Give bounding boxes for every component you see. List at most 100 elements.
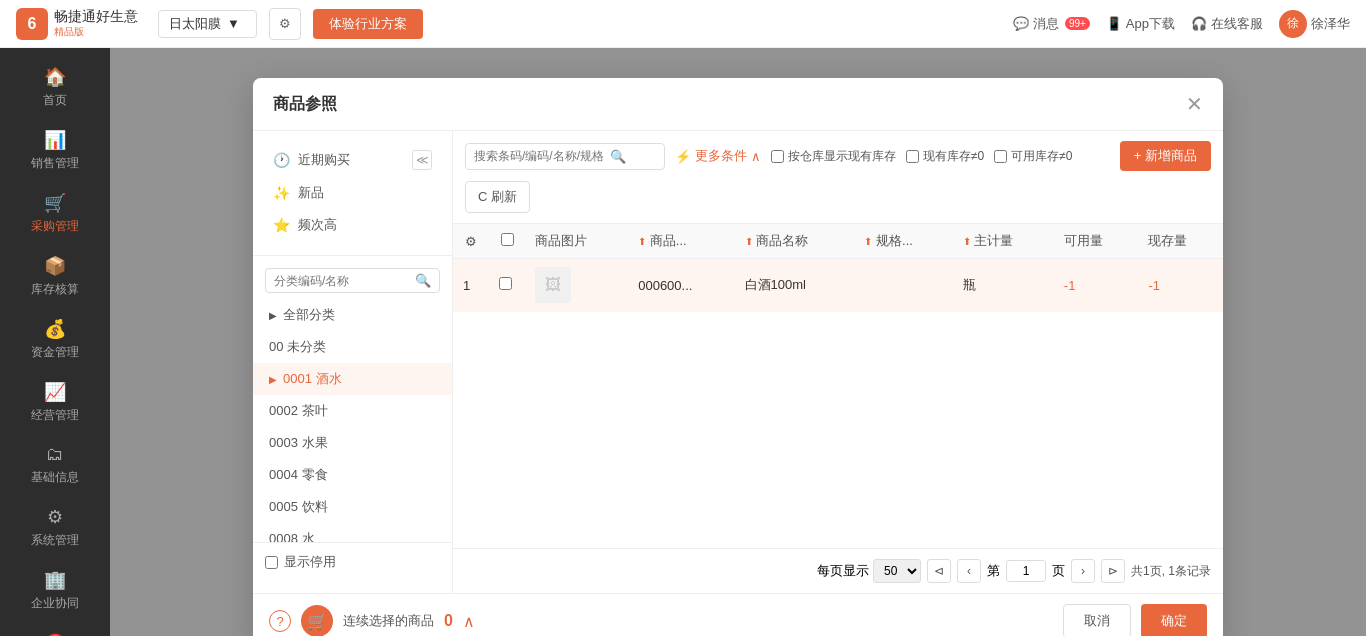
cat-alcohol-label: 0001 酒水 [283,370,342,388]
usable-checkbox[interactable] [994,150,1007,163]
product-table: ⚙ 商品图片 ⬆ 商品... [453,224,1223,312]
th-name[interactable]: ⬆ 商品名称 [735,224,855,259]
sidebar-label-business: 经营管理 [31,407,79,424]
new-product-item[interactable]: ✨ 新品 [265,177,440,209]
cat-fruit[interactable]: 0003 水果 [253,427,452,459]
cat-water[interactable]: 0008 水 [253,523,452,542]
search-icon-2: 🔍 [610,149,626,164]
th-spec-label: 规格... [876,233,913,248]
th-available: 可用量 [1054,224,1139,259]
table-body: 1 🖼 000600... 白酒100ml [453,259,1223,312]
usable-checkbox-label[interactable]: 可用库存≠0 [994,148,1072,165]
collapse-arrow-icon[interactable]: ∧ [463,612,475,631]
collapse-button[interactable]: ≪ [412,150,432,170]
user-menu[interactable]: 徐 徐泽华 [1279,10,1350,38]
td-code: 000600... [628,259,734,312]
cat-snack[interactable]: 0004 零食 [253,459,452,491]
basic-icon: 🗂 [46,444,64,465]
available-checkbox[interactable] [906,150,919,163]
product-search-box[interactable]: 🔍 [465,143,665,170]
recent-purchase-item[interactable]: 🕐 近期购买 ≪ [265,143,440,177]
last-page-button[interactable]: ⊳ [1101,559,1125,583]
category-search-box[interactable]: 🔍 [265,268,440,293]
logo-text: 畅捷通好生意 [54,8,138,25]
toolbar: 🔍 ⚡ 更多条件 ∧ 按仓库显示现有库存 [453,131,1223,223]
sidebar-item-finance[interactable]: 💰 资金管理 [0,308,110,371]
frequent-item[interactable]: ⭐ 频次高 [265,209,440,241]
cat-all[interactable]: ▶ 全部分类 [253,299,452,331]
th-spec[interactable]: ⬆ 规格... [854,224,952,259]
available-checkbox-label[interactable]: 现有库存≠0 [906,148,984,165]
phone-icon: 📱 [1106,16,1122,31]
th-checkbox[interactable] [489,224,525,259]
warehouse-checkbox-label[interactable]: 按仓库显示现有库存 [771,148,896,165]
app-download-label: App下载 [1126,15,1175,33]
system-icon: ⚙ [47,506,63,528]
select-all-checkbox[interactable] [501,233,514,246]
filter-button[interactable]: ⚡ 更多条件 ∧ [675,147,761,165]
th-unit-label: 主计量 [974,233,1013,248]
sidebar-label-finance: 资金管理 [31,344,79,361]
display-disabled[interactable]: 显示停用 [253,542,452,581]
sidebar-item-guide[interactable]: 🎯 新手引导 [0,622,110,636]
page-number-input[interactable] [1006,560,1046,582]
cat-uncategorized[interactable]: 00 未分类 [253,331,452,363]
cat-tea[interactable]: 0002 茶叶 [253,395,452,427]
sidebar-item-business[interactable]: 📈 经营管理 [0,371,110,434]
cat-alcohol[interactable]: ▶ 0001 酒水 [253,363,452,395]
settings-button[interactable]: ⚙ [269,8,301,40]
per-page-dropdown[interactable]: 50 [873,559,921,583]
product-search-input[interactable] [474,149,604,163]
page-size-select[interactable]: 每页显示 50 [817,559,921,583]
th-image: 商品图片 [525,224,628,259]
th-settings[interactable]: ⚙ [453,224,489,259]
available-label: 现有库存≠0 [923,148,984,165]
trial-button[interactable]: 体验行业方案 [313,9,423,39]
sidebar-item-sales[interactable]: 📊 销售管理 [0,119,110,182]
refresh-button[interactable]: C 刷新 [465,181,530,213]
th-code[interactable]: ⬆ 商品... [628,224,734,259]
clock-icon: 🕐 [273,152,290,168]
warehouse-label: 按仓库显示现有库存 [788,148,896,165]
sidebar-item-inventory[interactable]: 📦 库存核算 [0,245,110,308]
messages-button[interactable]: 💬 消息 99+ [1013,15,1090,33]
sort-icon-2: ⬆ [745,236,753,247]
cat-snack-label: 0004 零食 [269,466,328,484]
cat-fruit-label: 0003 水果 [269,434,328,452]
next-page-button[interactable]: › [1071,559,1095,583]
sidebar-item-basic[interactable]: 🗂 基础信息 [0,434,110,496]
display-disabled-checkbox[interactable] [265,556,278,569]
add-product-button[interactable]: + 新增商品 [1120,141,1211,171]
sidebar-item-purchase[interactable]: 🛒 采购管理 [0,182,110,245]
purchase-icon: 🛒 [44,192,66,214]
warehouse-checkbox[interactable] [771,150,784,163]
page-info: 共1页, 1条记录 [1131,563,1211,580]
nav-dropdown[interactable]: 日太阳膜 ▼ [158,10,257,38]
sidebar-label-inventory: 库存核算 [31,281,79,298]
td-checkbox[interactable] [489,259,525,312]
category-search-input[interactable] [274,274,409,288]
td-stock: -1 [1138,259,1223,312]
close-button[interactable]: ✕ [1186,92,1203,116]
app-download-button[interactable]: 📱 App下载 [1106,15,1175,33]
modal-overlay: 商品参照 ✕ 🕐 近期购买 ≪ ✨ [110,48,1366,636]
th-unit[interactable]: ⬆ 主计量 [953,224,1054,259]
row-checkbox[interactable] [499,277,512,290]
cart-button[interactable]: 🛒 [301,605,333,636]
confirm-button[interactable]: 确定 [1141,604,1207,636]
online-service-button[interactable]: 🎧 在线客服 [1191,15,1263,33]
cat-water-label: 0008 水 [269,530,315,542]
cancel-button[interactable]: 取消 [1063,604,1131,636]
star-icon: ✨ [273,185,290,201]
table-row[interactable]: 1 🖼 000600... 白酒100ml [453,259,1223,312]
first-page-button[interactable]: ⊲ [927,559,951,583]
prev-page-button[interactable]: ‹ [957,559,981,583]
sidebar-item-home[interactable]: 🏠 首页 [0,56,110,119]
sidebar-item-collab[interactable]: 🏢 企业协同 [0,559,110,622]
td-index: 1 [453,259,489,312]
cat-beverage[interactable]: 0005 饮料 [253,491,452,523]
sidebar-item-system[interactable]: ⚙ 系统管理 [0,496,110,559]
sidebar: 🏠 首页 📊 销售管理 🛒 采购管理 📦 库存核算 💰 资金管理 📈 经营管理 … [0,48,110,636]
business-icon: 📈 [44,381,66,403]
help-button[interactable]: ? [269,610,291,632]
